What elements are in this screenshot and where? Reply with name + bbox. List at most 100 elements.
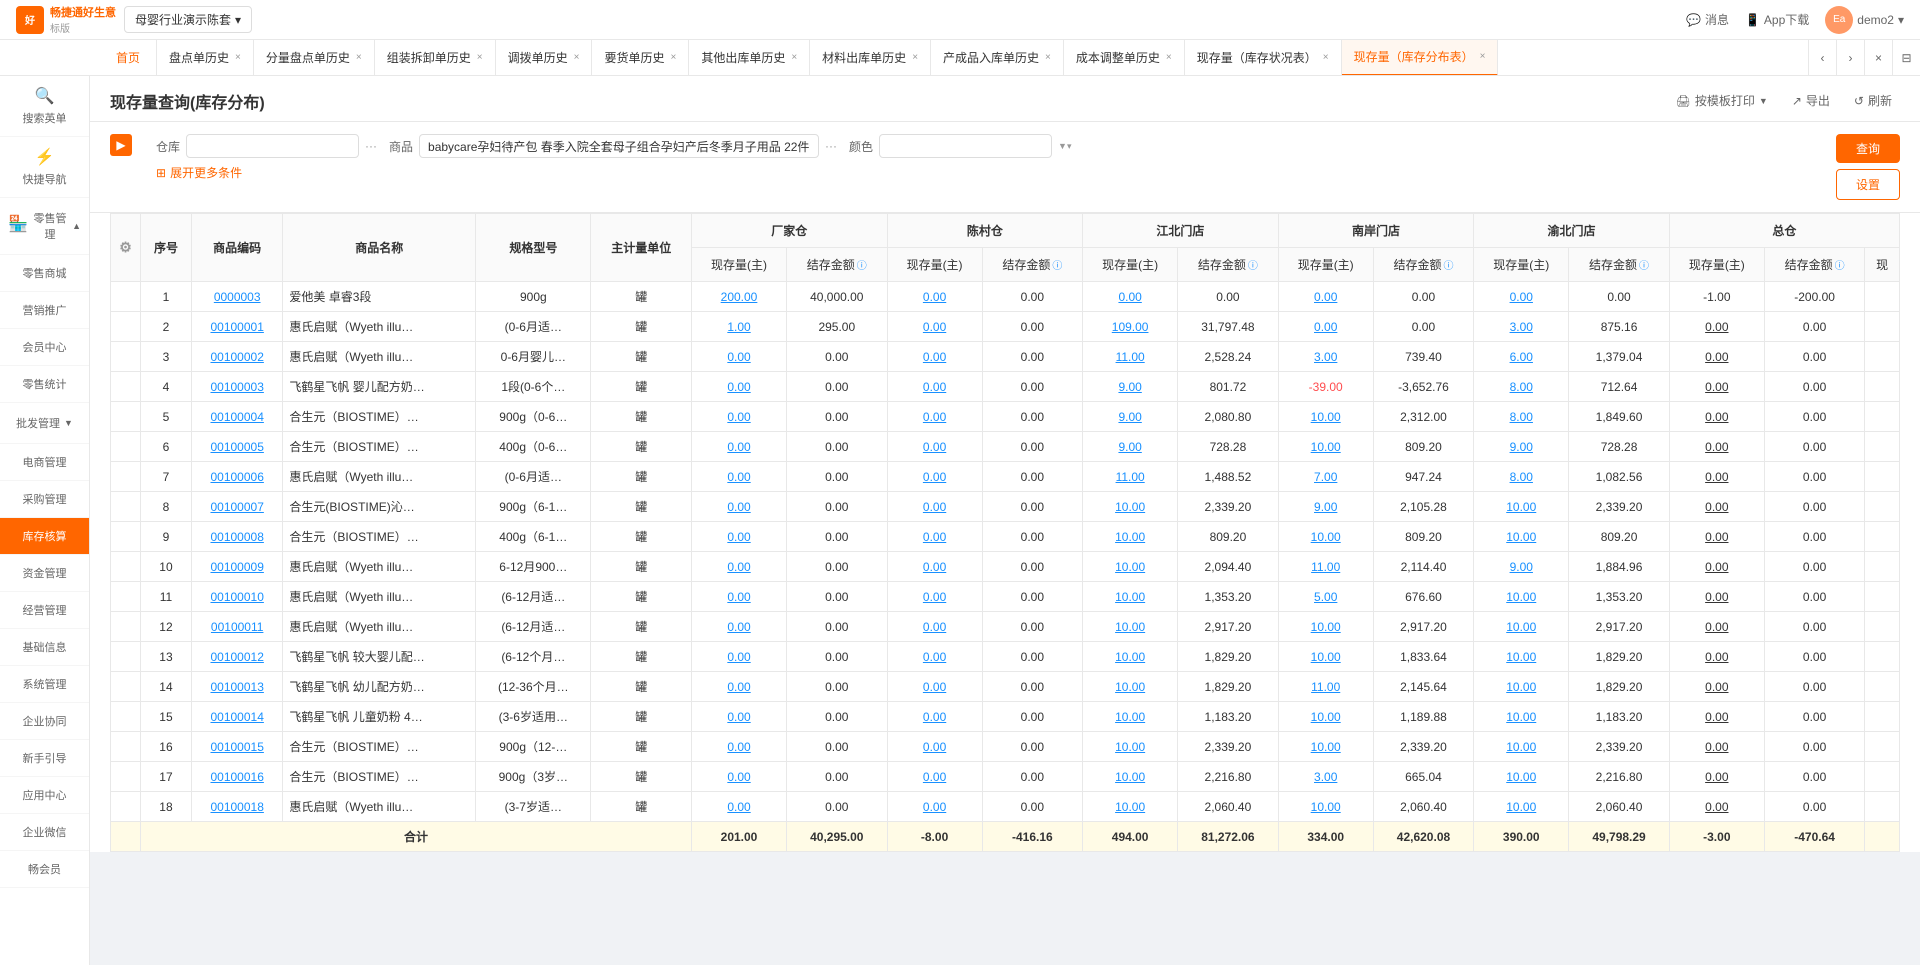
code-link[interactable]: 00100013 [210, 680, 263, 694]
message-btn[interactable]: 💬 消息 [1686, 11, 1729, 28]
row-spec: (12-36个月… [476, 672, 591, 702]
export-btn[interactable]: ↗ 导出 [1784, 88, 1838, 113]
code-link[interactable]: 00100015 [210, 740, 263, 754]
close-icon[interactable]: × [477, 52, 483, 63]
sidebar-item-retail[interactable]: 🏪 零售管理 ▲ [0, 198, 89, 255]
code-link[interactable]: 00100005 [210, 440, 263, 454]
user-menu[interactable]: Ea demo2 [1825, 6, 1904, 34]
code-link[interactable]: 00100001 [210, 320, 263, 334]
code-link[interactable]: 0000003 [214, 290, 261, 304]
expand-filter-btn[interactable]: ▶ [110, 134, 132, 156]
close-icon[interactable]: × [1323, 52, 1329, 63]
close-icon[interactable]: × [791, 52, 797, 63]
sidebar-item-wechat[interactable]: 企业微信 [0, 814, 89, 851]
sidebar-item-basic[interactable]: 基础信息 [0, 629, 89, 666]
row-spec: 900g（6-1… [476, 492, 591, 522]
nav-menu-btn[interactable]: ⊟ [1892, 40, 1920, 76]
close-icon[interactable]: × [356, 52, 362, 63]
warehouse-input[interactable] [186, 134, 359, 158]
close-icon[interactable]: × [235, 52, 241, 63]
sidebar-item-ops[interactable]: 经营管理 [0, 592, 89, 629]
tab-7[interactable]: 材料出库单历史 × [810, 40, 931, 76]
sidebar-item-quick[interactable]: ⚡ 快捷导航 [0, 137, 89, 198]
code-link[interactable]: 00100018 [210, 800, 263, 814]
tab-3[interactable]: 组装拆卸单历史 × [375, 40, 496, 76]
warehouse-dots[interactable]: ··· [365, 139, 377, 153]
query-btn[interactable]: 查询 [1836, 134, 1900, 163]
sidebar-item-apps[interactable]: 应用中心 [0, 777, 89, 814]
row-spec: (0-6月适… [476, 462, 591, 492]
table-row: 9 00100008 合生元（BIOSTIME）… 400g（6-1… 罐 0.… [111, 522, 1900, 552]
close-icon[interactable]: × [574, 52, 580, 63]
close-icon[interactable]: × [1480, 51, 1486, 62]
tab-1[interactable]: 盘点单历史 × [157, 40, 254, 76]
info-icon[interactable]: ⓘ [1639, 261, 1649, 272]
tab-home[interactable]: 首页 [100, 40, 157, 76]
goods-dots[interactable]: ··· [825, 139, 837, 153]
tab-11[interactable]: 现存量（库存分布表） × [1342, 40, 1499, 76]
code-link[interactable]: 00100002 [210, 350, 263, 364]
code-link[interactable]: 00100006 [210, 470, 263, 484]
info-icon[interactable]: ⓘ [1248, 261, 1258, 272]
sidebar-item-guide[interactable]: 新手引导 [0, 740, 89, 777]
print-btn[interactable]: 🖨 按模板打印 ▼ [1668, 88, 1776, 113]
sidebar-item-member2[interactable]: 畅会员 [0, 851, 89, 888]
close-icon[interactable]: × [670, 52, 676, 63]
sidebar-item-ecomm[interactable]: 电商管理 [0, 444, 89, 481]
code-link[interactable]: 00100016 [210, 770, 263, 784]
app-download-btn[interactable]: 📱 App下载 [1745, 11, 1809, 28]
code-link[interactable]: 00100008 [210, 530, 263, 544]
store-selector[interactable]: 母婴行业演示陈套 [124, 6, 252, 33]
settings-btn[interactable]: 设置 [1836, 169, 1900, 200]
info-icon[interactable]: ⓘ [1835, 261, 1845, 272]
close-icon[interactable]: × [1166, 52, 1172, 63]
sidebar-item-member[interactable]: 会员中心 [0, 329, 89, 366]
nav-next-btn[interactable]: › [1836, 40, 1864, 76]
close-icon[interactable]: × [912, 52, 918, 63]
tab-5[interactable]: 要货单历史 × [592, 40, 689, 76]
info-icon[interactable]: ⓘ [1443, 261, 1453, 272]
code-link[interactable]: 00100004 [210, 410, 263, 424]
row-unit: 罐 [591, 732, 692, 762]
tab-2[interactable]: 分量盘点单历史 × [254, 40, 375, 76]
settings-icon[interactable]: ⚙ [119, 239, 132, 255]
row-unit: 罐 [591, 672, 692, 702]
sidebar-item-inventory[interactable]: 库存核算 [0, 518, 89, 555]
close-icon[interactable]: × [1045, 52, 1051, 63]
sidebar-item-collab[interactable]: 企业协同 [0, 703, 89, 740]
row-cj-qty: 0.00 [692, 372, 787, 402]
refresh-btn[interactable]: ↺ 刷新 [1846, 88, 1900, 113]
code-link[interactable]: 00100011 [211, 620, 264, 634]
color-input[interactable] [879, 134, 1052, 158]
info-icon[interactable]: ⓘ [1052, 261, 1062, 272]
tab-10[interactable]: 现存量（库存状况表） × [1185, 40, 1342, 76]
code-link[interactable]: 00100010 [210, 590, 263, 604]
row-cc-amt: 0.00 [982, 672, 1083, 702]
code-link[interactable]: 00100009 [210, 560, 263, 574]
tab-6[interactable]: 其他出库单历史 × [689, 40, 810, 76]
sidebar-item-wholesale[interactable]: 批发管理 ▼ [0, 403, 89, 444]
code-link[interactable]: 00100012 [210, 650, 263, 664]
tab-4[interactable]: 调拨单历史 × [496, 40, 593, 76]
code-link[interactable]: 00100014 [210, 710, 263, 724]
row-spec: 1段(0-6个… [476, 372, 591, 402]
sidebar-item-system[interactable]: 系统管理 [0, 666, 89, 703]
info-icon[interactable]: ⓘ [857, 261, 867, 272]
tab-8[interactable]: 产成品入库单历史 × [931, 40, 1064, 76]
sidebar-item-search[interactable]: 🔍 搜索英单 [0, 76, 89, 137]
row-code: 00100002 [191, 342, 282, 372]
tab-9[interactable]: 成本调整单历史 × [1064, 40, 1185, 76]
nav-close-all-btn[interactable]: × [1864, 40, 1892, 76]
code-link[interactable]: 00100003 [210, 380, 263, 394]
sidebar-item-purchase[interactable]: 采购管理 [0, 481, 89, 518]
row-extra [1865, 732, 1900, 762]
goods-input[interactable] [419, 134, 819, 158]
code-link[interactable]: 00100007 [210, 500, 263, 514]
sidebar-item-store[interactable]: 零售商城 [0, 255, 89, 292]
sidebar-item-marketing[interactable]: 营销推广 [0, 292, 89, 329]
expand-more-btn[interactable]: ⊞ 展开更多条件 [156, 164, 1816, 181]
sidebar-item-finance[interactable]: 资金管理 [0, 555, 89, 592]
row-num: 4 [141, 372, 192, 402]
sidebar-item-retail-stats[interactable]: 零售统计 [0, 366, 89, 403]
nav-prev-btn[interactable]: ‹ [1808, 40, 1836, 76]
